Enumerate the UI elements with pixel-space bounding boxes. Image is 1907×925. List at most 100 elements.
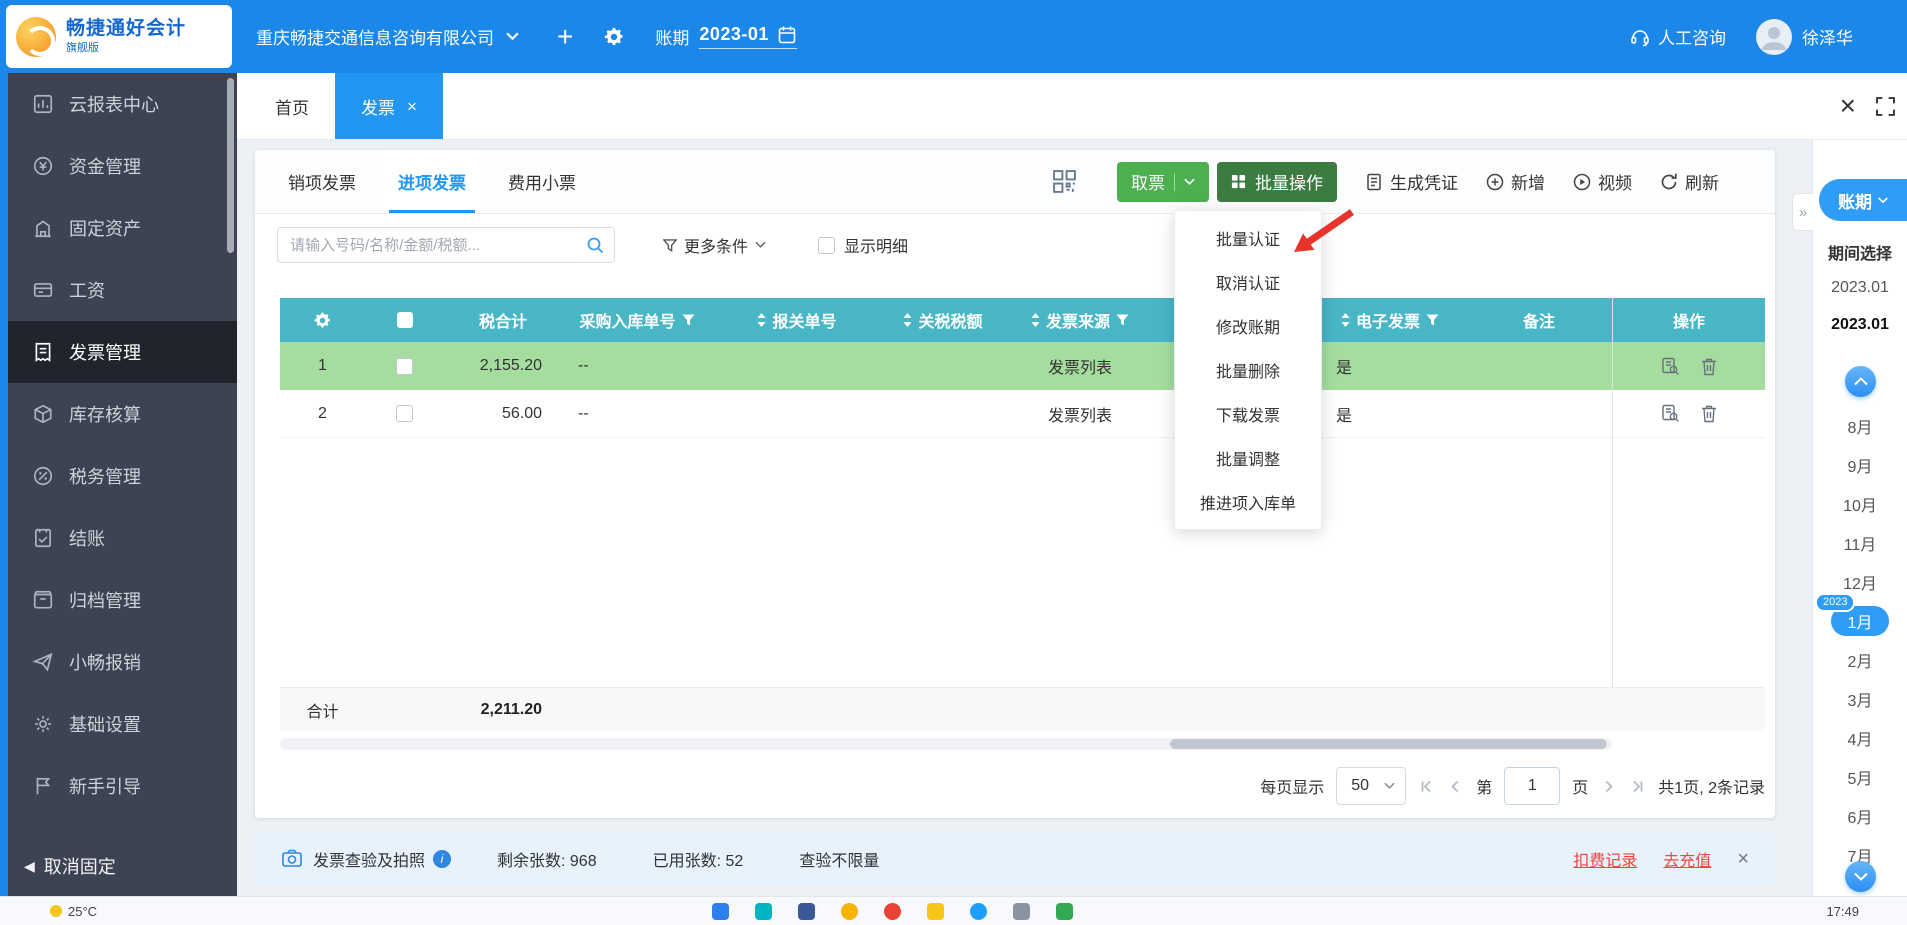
workspace-close-button[interactable]: × [1840, 92, 1856, 120]
sidebar-item-reimburse[interactable]: 小畅报销 [8, 631, 237, 693]
selected-month[interactable]: 2023 1月 [1813, 592, 1907, 640]
tab-invoice[interactable]: 发票 × [335, 73, 443, 139]
header-tax-total[interactable]: 税合计 [444, 298, 562, 342]
sidebar-item-tax[interactable]: 税务管理 [8, 445, 237, 507]
month-item[interactable]: 11月 [1813, 523, 1907, 562]
tab-home[interactable]: 首页 [249, 73, 335, 139]
taskbar-icon[interactable] [841, 903, 858, 920]
taskbar-icon[interactable] [798, 903, 815, 920]
header-customs-no[interactable]: 报关单号 [712, 298, 882, 342]
collapse-panel-button[interactable]: » [1792, 193, 1813, 231]
user-menu[interactable]: 徐泽华 [1756, 18, 1853, 55]
video-button[interactable]: 视频 [1573, 169, 1632, 194]
sort-icon[interactable] [757, 313, 766, 327]
month-item[interactable]: 10月 [1813, 484, 1907, 523]
recharge-link[interactable]: 去充值 [1663, 847, 1711, 871]
delete-button[interactable] [1700, 357, 1718, 376]
header-e-invoice[interactable]: 电子发票 [1314, 298, 1466, 342]
menu-item-batch-adjust[interactable]: 批量调整 [1175, 436, 1321, 480]
filter-funnel-icon[interactable] [1426, 314, 1439, 326]
sidebar-item-funds[interactable]: 资金管理 [8, 135, 237, 197]
menu-item-cancel-certify[interactable]: 取消认证 [1175, 260, 1321, 304]
column-settings-header[interactable] [280, 298, 365, 342]
subtab-sales-invoice[interactable]: 销项发票 [273, 150, 371, 213]
month-item[interactable]: 9月 [1813, 445, 1907, 484]
page-input[interactable] [1504, 767, 1561, 805]
last-page-button[interactable] [1629, 778, 1646, 795]
filter-funnel-icon[interactable] [1116, 314, 1129, 326]
month-item[interactable]: 6月 [1813, 796, 1907, 835]
sort-icon[interactable] [1031, 313, 1040, 327]
h-scrollbar-thumb[interactable] [1170, 739, 1607, 749]
period-end[interactable]: 2023.01 [1813, 316, 1907, 334]
table-row[interactable]: 2 56.00 -- 发票列表 是 [280, 390, 1765, 438]
taskbar-icon[interactable] [712, 903, 729, 920]
header-tariff[interactable]: 关税税额 [882, 298, 1004, 342]
sidebar-scrollbar[interactable] [227, 78, 234, 253]
sidebar-item-fixed-assets[interactable]: 固定资产 [8, 197, 237, 259]
prev-page-button[interactable] [1447, 778, 1464, 795]
taskbar-icon[interactable] [927, 903, 944, 920]
menu-item-batch-delete[interactable]: 批量删除 [1175, 348, 1321, 392]
h-scrollbar[interactable] [280, 738, 1612, 750]
month-item[interactable]: 5月 [1813, 757, 1907, 796]
subtab-input-invoice[interactable]: 进项发票 [383, 150, 481, 213]
period-panel-button[interactable]: 账期 [1819, 179, 1907, 221]
sidebar-item-archive[interactable]: 归档管理 [8, 569, 237, 631]
month-item[interactable]: 4月 [1813, 718, 1907, 757]
company-selector[interactable]: 重庆畅捷交通信息咨询有限公司 [256, 24, 519, 49]
sidebar-item-inventory[interactable]: 库存核算 [8, 383, 237, 445]
month-item[interactable]: 3月 [1813, 679, 1907, 718]
per-page-select[interactable]: 50 [1336, 767, 1407, 805]
get-invoice-button[interactable]: 取票 [1117, 161, 1209, 202]
subtab-expense-receipt[interactable]: 费用小票 [493, 150, 591, 213]
sidebar-item-settings[interactable]: 基础设置 [8, 693, 237, 755]
taskbar-icon[interactable] [755, 903, 772, 920]
tab-close-icon[interactable]: × [407, 98, 417, 115]
select-all-checkbox[interactable] [396, 312, 413, 328]
weather-widget[interactable]: 25°C [50, 904, 97, 919]
sidebar-item-salary[interactable]: 工资 [8, 259, 237, 321]
menu-item-change-period[interactable]: 修改账期 [1175, 304, 1321, 348]
search-input[interactable] [290, 236, 586, 254]
refresh-button[interactable]: 刷新 [1660, 169, 1719, 194]
period-start[interactable]: 2023.01 [1813, 279, 1907, 297]
period-value-control[interactable]: 2023-01 [699, 24, 797, 49]
sidebar-item-invoice[interactable]: 发票管理 [8, 321, 237, 383]
add-company-button[interactable]: + [557, 22, 573, 51]
fee-record-link[interactable]: 扣费记录 [1573, 847, 1637, 871]
scroll-up-button[interactable] [1845, 366, 1876, 397]
taskbar-icon[interactable] [1056, 903, 1073, 920]
generate-voucher-button[interactable]: 生成凭证 [1365, 169, 1458, 194]
month-item[interactable]: 8月 [1813, 406, 1907, 445]
taskbar-icon[interactable] [1013, 903, 1030, 920]
sidebar-item-cloud-reports[interactable]: 云报表中心 [8, 73, 237, 135]
sort-icon[interactable] [1341, 313, 1350, 327]
menu-item-batch-certify[interactable]: 批量认证 [1175, 216, 1321, 260]
next-page-button[interactable] [1600, 778, 1617, 795]
row-checkbox[interactable] [396, 405, 413, 422]
view-detail-button[interactable] [1661, 357, 1680, 376]
table-row[interactable]: 1 2,155.20 -- 发票列表 是 [280, 342, 1765, 390]
month-item[interactable]: 2月 [1813, 640, 1907, 679]
scroll-down-button[interactable] [1845, 861, 1876, 892]
settings-gear-icon[interactable] [603, 26, 625, 48]
header-source[interactable]: 发票来源 [1004, 298, 1156, 342]
support-link[interactable]: 人工咨询 [1630, 24, 1726, 49]
taskbar-icon[interactable] [884, 903, 901, 920]
taskbar-icon[interactable] [970, 903, 987, 920]
sidebar-item-closing[interactable]: 结账 [8, 507, 237, 569]
sidebar-unpin-button[interactable]: ◀ 取消固定 [8, 840, 237, 892]
search-icon[interactable] [586, 236, 604, 254]
filter-funnel-icon[interactable] [682, 314, 695, 326]
view-detail-button[interactable] [1661, 404, 1680, 423]
show-detail-checkbox[interactable] [818, 236, 836, 254]
batch-actions-button[interactable]: 批量操作 [1217, 161, 1337, 202]
menu-item-push-inbound[interactable]: 推进项入库单 [1175, 480, 1321, 524]
close-bar-icon[interactable]: × [1737, 849, 1749, 869]
info-icon[interactable]: i [433, 850, 452, 868]
first-page-button[interactable] [1418, 778, 1435, 795]
header-purchase-no[interactable]: 采购入库单号 [562, 298, 712, 342]
add-invoice-button[interactable]: 新增 [1486, 169, 1545, 194]
menu-item-download-invoice[interactable]: 下载发票 [1175, 392, 1321, 436]
